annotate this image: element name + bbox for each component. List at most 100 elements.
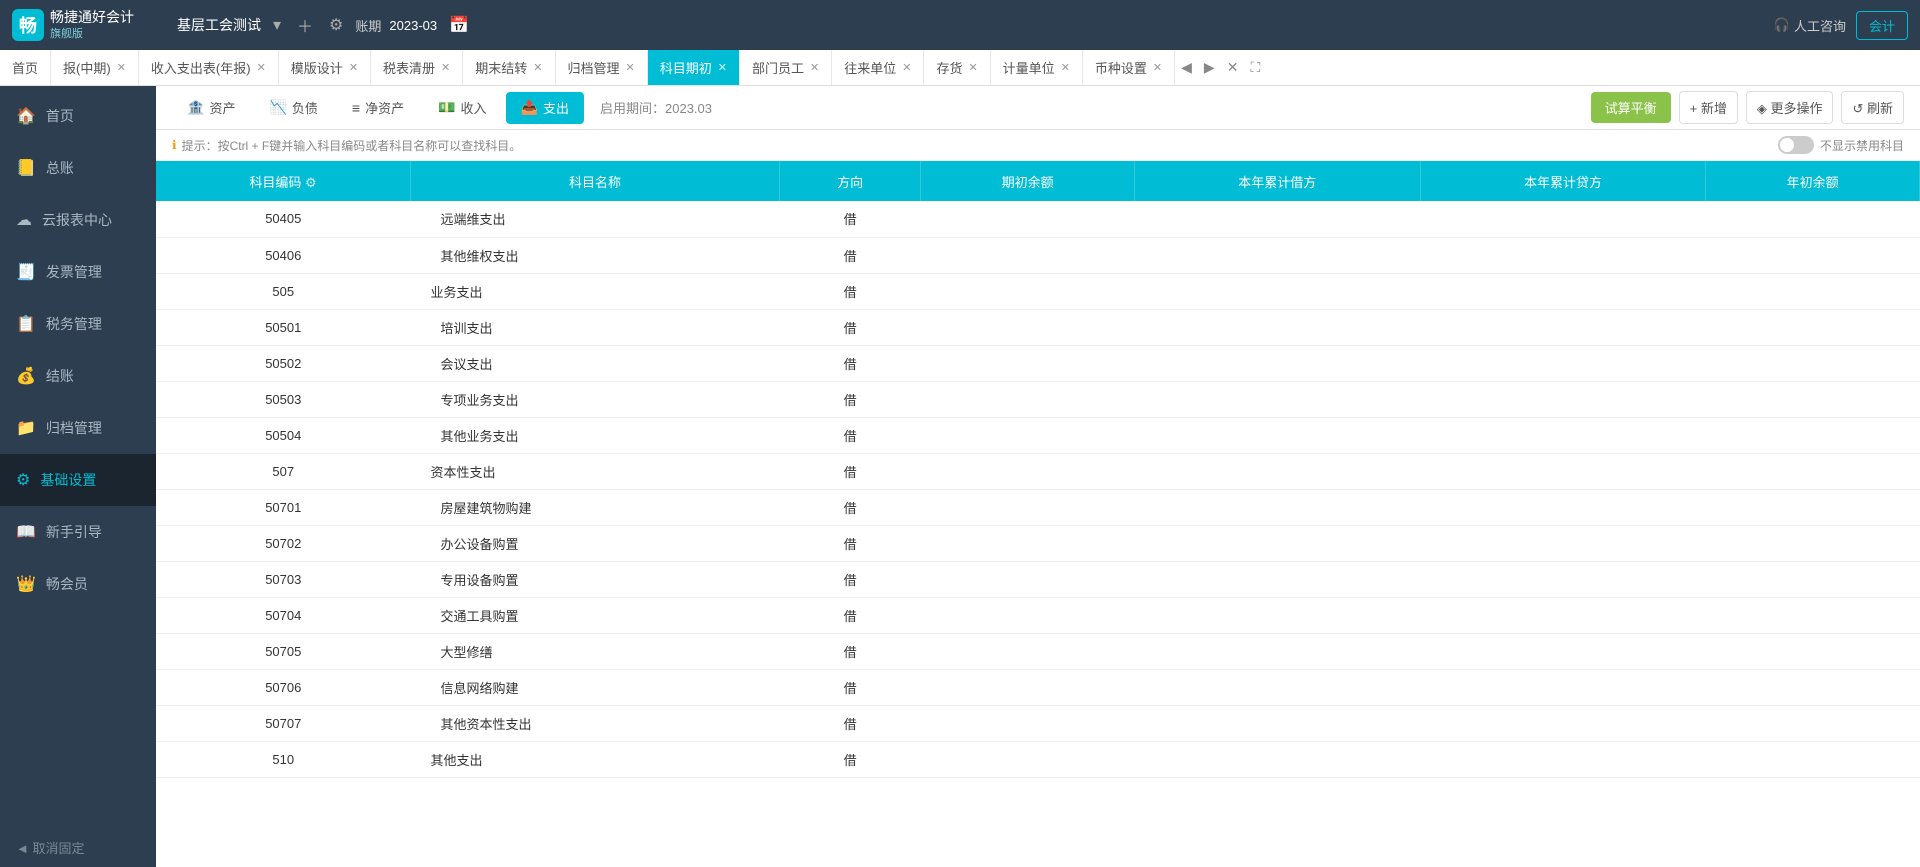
cell-code: 50405: [156, 201, 411, 237]
add-icon[interactable]: ＋: [293, 11, 317, 39]
tab-close-4[interactable]: ✕: [441, 61, 450, 74]
sidebar-item-invoice[interactable]: 🧾 发票管理: [0, 246, 156, 298]
calendar-icon[interactable]: 📅: [445, 13, 473, 37]
tab-next-button[interactable]: ▶: [1198, 59, 1221, 76]
cell-opening: [921, 417, 1135, 453]
tab-close-6[interactable]: ✕: [626, 61, 635, 74]
category-tabs: 🏦 资产 📉 负债 ≡ 净资产 💵 收入 📤 支出 启用期间：2023.03 试: [156, 86, 1920, 130]
tab-5[interactable]: 期末结转 ✕: [463, 50, 555, 86]
tab-close-all-button[interactable]: ✕: [1221, 59, 1245, 76]
sidebar-item-vip[interactable]: 👑 畅会员: [0, 558, 156, 610]
cell-direction: 借: [779, 741, 920, 777]
cell-code: 50406: [156, 237, 411, 273]
tab-9[interactable]: 往来单位 ✕: [832, 50, 924, 86]
ledger-icon: 📒: [16, 158, 36, 178]
cell-name: 专项业务支出: [411, 381, 780, 417]
tab-close-8[interactable]: ✕: [810, 61, 819, 74]
tab-close-3[interactable]: ✕: [349, 61, 358, 74]
cell-name: 其他业务支出: [411, 417, 780, 453]
sidebar: 🏠 首页 📒 总账 ☁ 云报表中心 🧾 发票管理 📋 税务管理 💰 结账 📁 归…: [0, 86, 156, 867]
cat-tab-asset[interactable]: 🏦 资产: [172, 92, 250, 124]
tab-11[interactable]: 计量单位 ✕: [991, 50, 1083, 86]
sidebar-collapse-button[interactable]: ◄ 取消固定: [0, 828, 156, 867]
cell-direction: 借: [779, 237, 920, 273]
calculate-button[interactable]: 试算平衡: [1591, 92, 1671, 123]
cell-ytd-credit: [1420, 273, 1706, 309]
tab-close-2[interactable]: ✕: [257, 61, 266, 74]
cell-name: 大型修缮: [411, 633, 780, 669]
tab-close-5[interactable]: ✕: [533, 61, 542, 74]
sidebar-item-guide[interactable]: 📖 新手引导: [0, 506, 156, 558]
company-name[interactable]: 基层工会测试: [177, 15, 261, 35]
cell-year-opening: [1706, 345, 1920, 381]
dropdown-icon[interactable]: ▾: [269, 13, 285, 37]
cell-ytd-credit: [1420, 417, 1706, 453]
cell-direction: 借: [779, 525, 920, 561]
tab-close-9[interactable]: ✕: [902, 61, 911, 74]
tab-10[interactable]: 存货 ✕: [924, 50, 990, 86]
col-name: 科目名称: [411, 161, 780, 201]
tab-3[interactable]: 模版设计 ✕: [279, 50, 371, 86]
cell-direction: 借: [779, 201, 920, 237]
col-direction: 方向: [779, 161, 920, 201]
cell-opening: [921, 525, 1135, 561]
tab-bar: 首页 报(中期) ✕ 收入支出表(年报) ✕ 模版设计 ✕ 税表清册 ✕ 期末结…: [0, 50, 1920, 86]
sidebar-item-home[interactable]: 🏠 首页: [0, 90, 156, 142]
tab-7[interactable]: 科目期初 ✕: [648, 50, 740, 86]
period-info: 启用期间：2023.03: [600, 98, 712, 117]
cat-tab-equity[interactable]: ≡ 净资产: [337, 92, 419, 124]
cell-year-opening: [1706, 705, 1920, 741]
cell-code: 50706: [156, 669, 411, 705]
sidebar-item-close[interactable]: 💰 结账: [0, 350, 156, 402]
more-button[interactable]: ◈ 更多操作: [1746, 91, 1834, 124]
tab-2[interactable]: 收入支出表(年报) ✕: [139, 50, 279, 86]
tab-prev-button[interactable]: ◀: [1175, 59, 1198, 76]
cat-tab-liability[interactable]: 📉 负债: [254, 92, 332, 124]
cat-tab-expense[interactable]: 📤 支出: [506, 92, 584, 124]
cell-direction: 借: [779, 309, 920, 345]
tab-close-11[interactable]: ✕: [1061, 61, 1070, 74]
cell-year-opening: [1706, 633, 1920, 669]
cell-ytd-debit: [1134, 597, 1420, 633]
tab-4[interactable]: 税表清册 ✕: [371, 50, 463, 86]
table-row: 50503 专项业务支出 借: [156, 381, 1920, 417]
table-row: 50405 远端维支出 借: [156, 201, 1920, 237]
cat-tab-income[interactable]: 💵 收入: [423, 92, 501, 124]
refresh-button[interactable]: ↺ 刷新: [1841, 91, 1904, 124]
table-row: 50504 其他业务支出 借: [156, 417, 1920, 453]
cell-ytd-debit: [1134, 705, 1420, 741]
cell-name: 房屋建筑物购建: [411, 489, 780, 525]
logo-icon: 畅: [12, 9, 44, 41]
cell-code: 50501: [156, 309, 411, 345]
tab-6[interactable]: 归档管理 ✕: [556, 50, 648, 86]
tab-1[interactable]: 报(中期) ✕: [51, 50, 139, 86]
cell-ytd-debit: [1134, 201, 1420, 237]
cell-ytd-debit: [1134, 561, 1420, 597]
sidebar-item-archive[interactable]: 📁 归档管理: [0, 402, 156, 454]
tab-close-12[interactable]: ✕: [1153, 61, 1162, 74]
cell-code: 50502: [156, 345, 411, 381]
service-button[interactable]: 🎧 人工咨询: [1774, 16, 1846, 35]
add-button[interactable]: + 新增: [1679, 91, 1738, 124]
tab-close-10[interactable]: ✕: [968, 61, 977, 74]
sidebar-item-tax[interactable]: 📋 税务管理: [0, 298, 156, 350]
table-row: 50406 其他维权支出 借: [156, 237, 1920, 273]
sidebar-item-cloud[interactable]: ☁ 云报表中心: [0, 194, 156, 246]
tab-close-1[interactable]: ✕: [117, 61, 126, 74]
tab-12[interactable]: 币种设置 ✕: [1083, 50, 1175, 86]
sidebar-item-ledger[interactable]: 📒 总账: [0, 142, 156, 194]
tab-home[interactable]: 首页: [0, 50, 51, 86]
tab-expand-button[interactable]: ⛶: [1244, 59, 1266, 76]
cell-code: 507: [156, 453, 411, 489]
col-gear-icon[interactable]: ⚙: [305, 175, 317, 190]
cell-name: 业务支出: [411, 273, 780, 309]
cloud-icon: ☁: [16, 210, 32, 230]
account-button[interactable]: 会计: [1856, 11, 1908, 40]
sidebar-item-basic[interactable]: ⚙ 基础设置: [0, 454, 156, 506]
settings-icon[interactable]: ⚙: [325, 13, 347, 37]
toggle-switch[interactable]: [1778, 136, 1814, 154]
cell-code: 50704: [156, 597, 411, 633]
cell-year-opening: [1706, 381, 1920, 417]
tab-close-7[interactable]: ✕: [718, 61, 727, 74]
tab-8[interactable]: 部门员工 ✕: [740, 50, 832, 86]
